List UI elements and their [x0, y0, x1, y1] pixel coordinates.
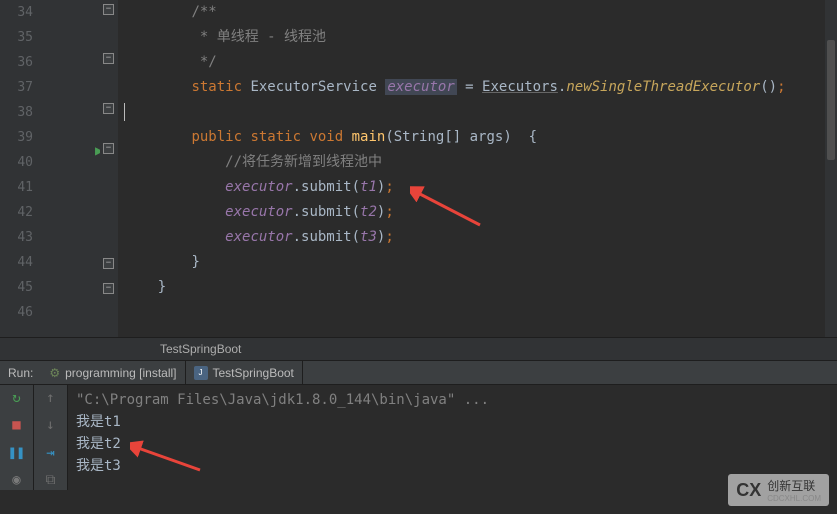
vertical-scrollbar[interactable]: [825, 0, 837, 337]
run-label: Run:: [0, 366, 41, 380]
code-line[interactable]: public static void main(String[] args) {: [124, 125, 837, 150]
editor-area: 34353637383940414243444546 ▶ − − − − − − /** …: [0, 0, 837, 337]
console-output[interactable]: "C:\Program Files\Java\jdk1.8.0_144\bin\…: [68, 385, 837, 490]
code-line[interactable]: [124, 100, 837, 125]
console-line: 我是t2: [76, 433, 829, 455]
run-tool-header: Run: ⚙ programming [install] J TestSprin…: [0, 360, 837, 385]
line-number: 39: [0, 125, 33, 150]
line-number: 37: [0, 75, 33, 100]
line-number: 43: [0, 225, 33, 250]
fold-marker-icon[interactable]: −: [103, 4, 114, 15]
line-number: 45: [0, 275, 33, 300]
fold-marker-icon[interactable]: −: [103, 53, 114, 64]
breadcrumb-bar: TestSpringBoot: [0, 337, 837, 360]
stop-icon[interactable]: ■: [6, 416, 28, 436]
line-number: 38: [0, 100, 33, 125]
console-toolbar-primary: ↻ ■ ❚❚ ◉: [0, 385, 34, 490]
watermark-logo: CX: [736, 480, 761, 501]
pause-icon[interactable]: ❚❚: [6, 443, 28, 463]
fold-marker-icon[interactable]: −: [103, 283, 114, 294]
fold-column: − − − − − −: [100, 0, 118, 337]
watermark-url: CDCXHL.COM: [767, 494, 821, 503]
code-line[interactable]: executor.submit(t1);: [124, 175, 837, 200]
console-area: ↻ ■ ❚❚ ◉ ↑ ↓ ⇥ ⧉ "C:\Program Files\Java\jdk1.8…: [0, 385, 837, 490]
breadcrumb-item[interactable]: TestSpringBoot: [160, 342, 241, 356]
layout-icon[interactable]: ⧉: [40, 471, 62, 491]
console-line: 我是t3: [76, 455, 829, 477]
code-line[interactable]: static ExecutorService executor = Execut…: [124, 75, 837, 100]
line-number: 40: [0, 150, 33, 175]
code-line[interactable]: }: [124, 250, 837, 275]
run-tab-label: TestSpringBoot: [213, 366, 294, 380]
line-number: 42: [0, 200, 33, 225]
code-line[interactable]: */: [124, 50, 837, 75]
console-toolbar-secondary: ↑ ↓ ⇥ ⧉: [34, 385, 68, 490]
console-line: 我是t1: [76, 411, 829, 433]
run-tab-testspringboot[interactable]: J TestSpringBoot: [186, 361, 303, 384]
code-line[interactable]: * 单线程 - 线程池: [124, 25, 837, 50]
code-line[interactable]: }: [124, 275, 837, 300]
rerun-icon[interactable]: ↻: [6, 388, 28, 408]
code-line[interactable]: executor.submit(t3);: [124, 225, 837, 250]
code-line[interactable]: executor.submit(t2);: [124, 200, 837, 225]
line-number: 36: [0, 50, 33, 75]
code-line[interactable]: /**: [124, 0, 837, 25]
line-number: 35: [0, 25, 33, 50]
line-number: 34: [0, 0, 33, 25]
file-icon: J: [194, 366, 208, 380]
gutter-icons: ▶: [45, 0, 100, 337]
up-icon[interactable]: ↑: [40, 388, 62, 408]
down-icon[interactable]: ↓: [40, 416, 62, 436]
wrap-icon[interactable]: ⇥: [40, 443, 62, 463]
fold-marker-icon[interactable]: −: [103, 103, 114, 114]
gear-icon: ⚙: [49, 366, 60, 380]
code-line[interactable]: [124, 300, 837, 325]
code-line[interactable]: //将任务新增到线程池中: [124, 150, 837, 175]
scrollbar-thumb[interactable]: [827, 40, 835, 160]
line-number: 44: [0, 250, 33, 275]
line-number: 46: [0, 300, 33, 325]
run-tab-label: programming [install]: [65, 366, 176, 380]
watermark: CX 创新互联 CDCXHL.COM: [728, 474, 829, 506]
line-number-gutter: 34353637383940414243444546: [0, 0, 45, 337]
run-tab-programming[interactable]: ⚙ programming [install]: [41, 361, 185, 384]
watermark-text: 创新互联: [767, 477, 821, 494]
camera-icon[interactable]: ◉: [6, 471, 28, 491]
console-command: "C:\Program Files\Java\jdk1.8.0_144\bin\…: [76, 389, 829, 411]
fold-marker-icon[interactable]: −: [103, 143, 114, 154]
line-number: 41: [0, 175, 33, 200]
code-editor[interactable]: /** * 单线程 - 线程池 */ static ExecutorServic…: [118, 0, 837, 337]
fold-marker-icon[interactable]: −: [103, 258, 114, 269]
